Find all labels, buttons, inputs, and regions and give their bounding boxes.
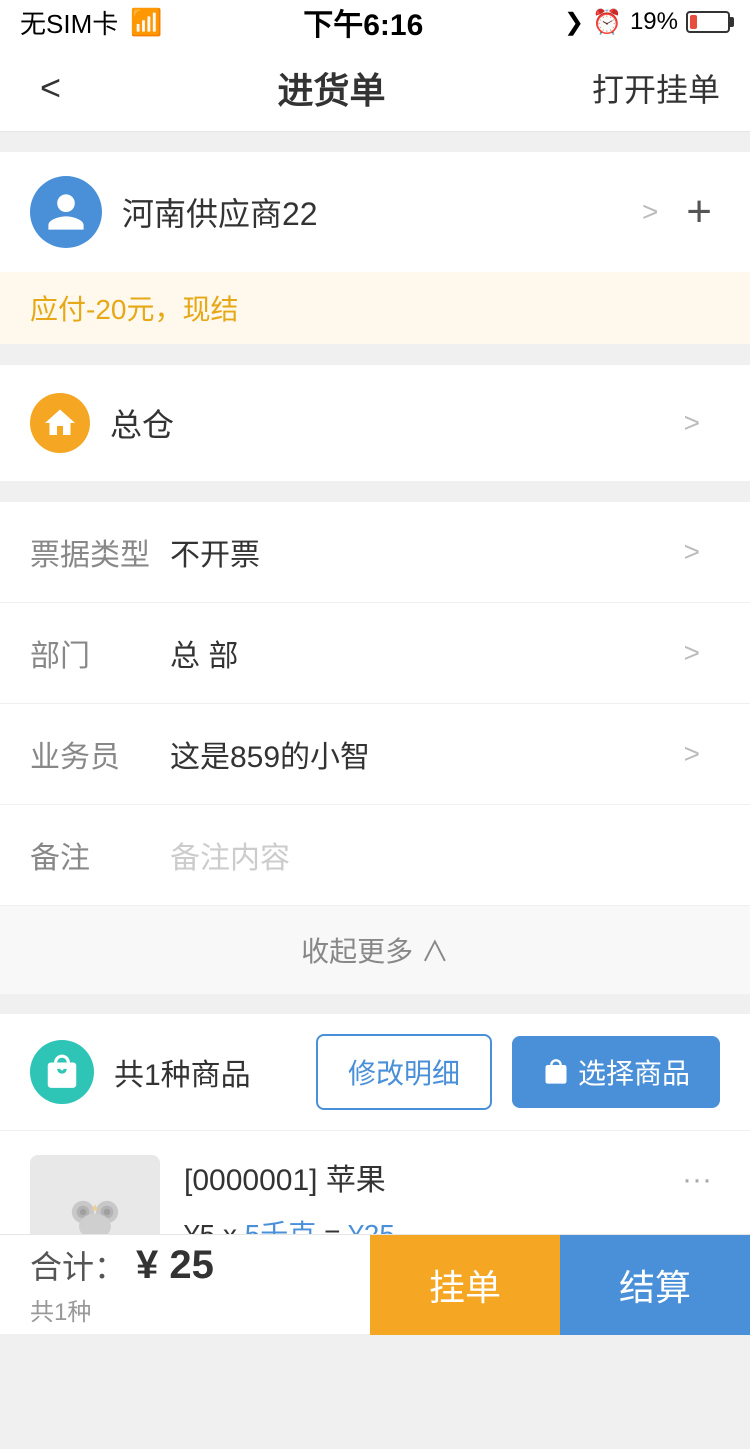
nav-bar: < 进货单 打开挂单 [0, 44, 750, 132]
select-product-icon [542, 1058, 570, 1086]
warehouse-svg [42, 405, 78, 441]
add-button[interactable]: + [678, 187, 720, 237]
warehouse-row[interactable]: 总仓 > [0, 364, 750, 481]
invoice-row[interactable]: 票据类型 不开票 > [0, 501, 750, 602]
product-bag-icon [30, 1040, 94, 1104]
status-left: 无SIM卡 📶 [20, 4, 163, 41]
supplier-chevron: > [642, 196, 658, 228]
status-time: 下午6:16 [303, 0, 423, 44]
warehouse-name: 总仓 [110, 400, 684, 446]
department-row[interactable]: 部门 总 部 > [0, 602, 750, 703]
form-card: 票据类型 不开票 > 部门 总 部 > 业务员 这是859的小智 > 备注 备注… [0, 501, 750, 994]
page-title: 进货单 [278, 62, 386, 114]
edit-detail-button[interactable]: 修改明细 [316, 1034, 492, 1110]
department-value: 总 部 [170, 631, 684, 675]
select-product-button[interactable]: 选择商品 [512, 1036, 720, 1108]
carrier-text: 无SIM卡 [20, 4, 118, 41]
checkout-button[interactable]: 结算 [560, 1235, 750, 1335]
supplier-name: 河南供应商22 [122, 189, 642, 235]
product-more-button[interactable]: ··· [674, 1155, 720, 1205]
supplier-avatar [30, 176, 102, 248]
invoice-chevron: > [684, 536, 700, 568]
wifi-icon: 📶 [130, 7, 162, 38]
salesperson-row[interactable]: 业务员 这是859的小智 > [0, 703, 750, 804]
products-header: 共1种商品 修改明细 选择商品 [0, 1014, 750, 1130]
battery-percent: 19% [630, 8, 678, 36]
select-product-label: 选择商品 [578, 1052, 690, 1092]
supplier-row[interactable]: 河南供应商22 > + [0, 152, 750, 272]
alarm-icon: ⏰ [592, 8, 622, 37]
collapse-toggle[interactable]: 收起更多 ∧ [0, 905, 750, 994]
total-amount: ¥ 25 [136, 1243, 214, 1288]
gap-1 [0, 132, 750, 152]
product-title: 苹果 [326, 1164, 386, 1197]
total-sub: 共1种 [30, 1292, 340, 1327]
invoice-label: 票据类型 [30, 530, 170, 574]
total-main: 合计： ¥ 25 [30, 1242, 340, 1288]
total-section: 合计： ¥ 25 共1种 [0, 1242, 370, 1327]
status-right: ❯ ⏰ 19% [564, 8, 730, 37]
supplier-card: 河南供应商22 > + 应付-20元，现结 [0, 152, 750, 344]
salesperson-value: 这是859的小智 [170, 732, 684, 776]
gap-3 [0, 481, 750, 501]
product-name: [0000001] 苹果 [184, 1155, 650, 1199]
department-label: 部门 [30, 631, 170, 675]
gap-2 [0, 344, 750, 364]
salesperson-label: 业务员 [30, 732, 170, 776]
warehouse-card: 总仓 > [0, 364, 750, 481]
remark-label: 备注 [30, 833, 170, 877]
product-code: [0000001] [184, 1164, 317, 1197]
remark-row[interactable]: 备注 备注内容 [0, 804, 750, 905]
location-icon: ❯ [564, 8, 584, 37]
hang-order-button[interactable]: 挂单 [370, 1235, 560, 1335]
open-pending-button[interactable]: 打开挂单 [592, 65, 720, 111]
bag-svg [43, 1053, 81, 1091]
person-icon [44, 190, 88, 234]
battery-fill [690, 15, 697, 29]
total-label: 合计： [30, 1242, 126, 1288]
remark-placeholder: 备注内容 [170, 833, 720, 877]
status-bar: 无SIM卡 📶 下午6:16 ❯ ⏰ 19% [0, 0, 750, 44]
warehouse-icon [30, 393, 90, 453]
warehouse-chevron: > [684, 407, 700, 439]
back-button[interactable]: < [30, 57, 71, 119]
product-count: 共1种商品 [114, 1050, 296, 1094]
department-chevron: > [684, 637, 700, 669]
bottom-bar: 合计： ¥ 25 共1种 挂单 结算 [0, 1234, 750, 1334]
salesperson-chevron: > [684, 738, 700, 770]
supplier-notice: 应付-20元，现结 [0, 272, 750, 344]
gap-4 [0, 994, 750, 1014]
battery-icon [686, 11, 730, 33]
invoice-value: 不开票 [170, 530, 684, 574]
